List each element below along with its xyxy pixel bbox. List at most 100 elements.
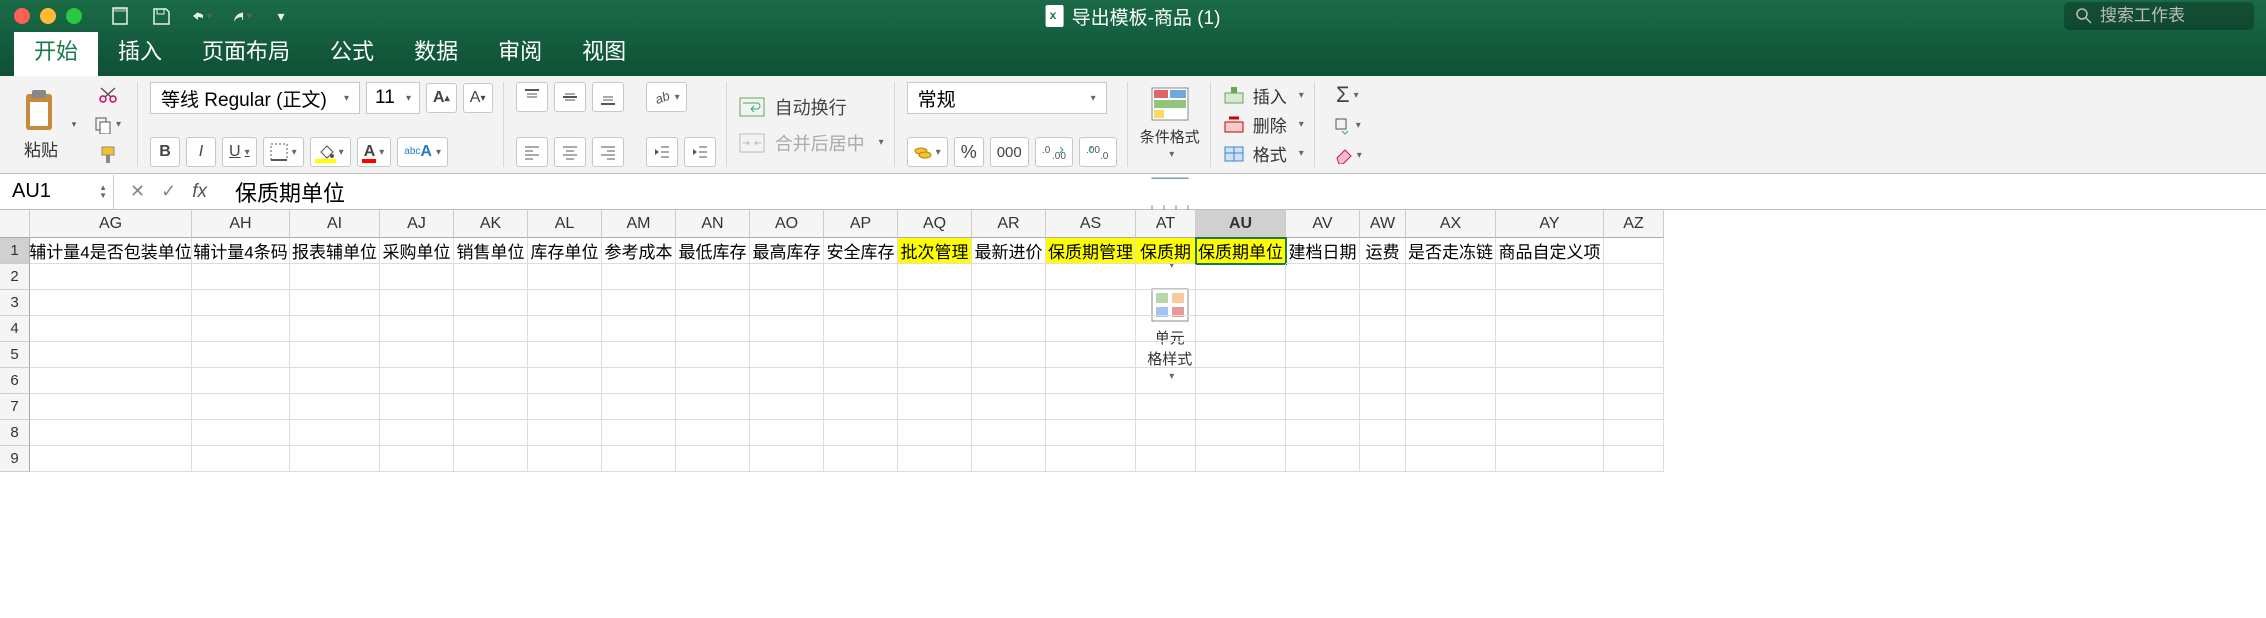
cell-AG8[interactable] [30, 420, 192, 446]
search-input[interactable] [2100, 6, 2230, 26]
cell-AX3[interactable] [1406, 290, 1496, 316]
cell-AG4[interactable] [30, 316, 192, 342]
cell-AI7[interactable] [290, 394, 380, 420]
cell-AY6[interactable] [1496, 368, 1604, 394]
cell-AN6[interactable] [676, 368, 750, 394]
cancel-formula-button[interactable]: ✕ [130, 181, 145, 202]
cell-AL1[interactable]: 库存单位 [528, 238, 602, 264]
col-header-AY[interactable]: AY [1496, 210, 1604, 238]
cell-AI9[interactable] [290, 446, 380, 472]
cell-AQ3[interactable] [898, 290, 972, 316]
cell-AZ9[interactable] [1604, 446, 1664, 472]
cell-AY1[interactable]: 商品自定义项 [1496, 238, 1604, 264]
row-header-4[interactable]: 4 [0, 316, 30, 342]
cell-AM5[interactable] [602, 342, 676, 368]
align-middle-button[interactable] [554, 82, 586, 112]
cell-AV3[interactable] [1286, 290, 1360, 316]
cell-AL9[interactable] [528, 446, 602, 472]
cell-AJ7[interactable] [380, 394, 454, 420]
cell-AQ5[interactable] [898, 342, 972, 368]
cell-AN5[interactable] [676, 342, 750, 368]
cell-AL6[interactable] [528, 368, 602, 394]
cell-AG2[interactable] [30, 264, 192, 290]
tab-0[interactable]: 开始 [14, 26, 98, 76]
cell-AK2[interactable] [454, 264, 528, 290]
cell-AH5[interactable] [192, 342, 290, 368]
cell-AT7[interactable] [1136, 394, 1196, 420]
cell-AT8[interactable] [1136, 420, 1196, 446]
cell-AR8[interactable] [972, 420, 1046, 446]
cell-AY9[interactable] [1496, 446, 1604, 472]
decrease-decimal-button[interactable]: .00.0 [1079, 137, 1117, 167]
row-header-9[interactable]: 9 [0, 446, 30, 472]
tab-4[interactable]: 数据 [394, 26, 478, 76]
close-window-button[interactable] [14, 8, 30, 24]
format-cells-button[interactable]: 格式 [1223, 141, 1304, 166]
cell-AP9[interactable] [824, 446, 898, 472]
col-header-AW[interactable]: AW [1360, 210, 1406, 238]
cell-AV7[interactable] [1286, 394, 1360, 420]
cell-AP1[interactable]: 安全库存 [824, 238, 898, 264]
cell-AU8[interactable] [1196, 420, 1286, 446]
cell-AN2[interactable] [676, 264, 750, 290]
cell-AN3[interactable] [676, 290, 750, 316]
cell-AQ6[interactable] [898, 368, 972, 394]
row-header-6[interactable]: 6 [0, 368, 30, 394]
cell-AU9[interactable] [1196, 446, 1286, 472]
redo-button[interactable] [230, 5, 252, 27]
col-header-AK[interactable]: AK [454, 210, 528, 238]
cell-AY7[interactable] [1496, 394, 1604, 420]
row-header-2[interactable]: 2 [0, 264, 30, 290]
orientation-button[interactable]: ab [646, 82, 687, 112]
merge-center-button[interactable]: 合并后居中 [739, 130, 884, 156]
row-header-3[interactable]: 3 [0, 290, 30, 316]
cell-AJ6[interactable] [380, 368, 454, 394]
cell-AZ2[interactable] [1604, 264, 1664, 290]
cell-AS4[interactable] [1046, 316, 1136, 342]
cell-AO5[interactable] [750, 342, 824, 368]
align-center-button[interactable] [554, 137, 586, 167]
cell-AO9[interactable] [750, 446, 824, 472]
customize-qat-icon[interactable]: ▾ [270, 5, 292, 27]
cell-AR1[interactable]: 最新进价 [972, 238, 1046, 264]
cell-AH7[interactable] [192, 394, 290, 420]
cell-AW6[interactable] [1360, 368, 1406, 394]
phonetic-button[interactable]: abcA [397, 137, 448, 167]
cell-AV4[interactable] [1286, 316, 1360, 342]
cell-AH9[interactable] [192, 446, 290, 472]
cell-AK7[interactable] [454, 394, 528, 420]
cell-AV2[interactable] [1286, 264, 1360, 290]
cell-AQ2[interactable] [898, 264, 972, 290]
cell-AR9[interactable] [972, 446, 1046, 472]
col-header-AT[interactable]: AT [1136, 210, 1196, 238]
cell-AP8[interactable] [824, 420, 898, 446]
cell-AH2[interactable] [192, 264, 290, 290]
cell-AW4[interactable] [1360, 316, 1406, 342]
cell-AY2[interactable] [1496, 264, 1604, 290]
cell-AN4[interactable] [676, 316, 750, 342]
paste-dropdown[interactable]: ▾ [66, 118, 82, 132]
cell-AU3[interactable] [1196, 290, 1286, 316]
number-format-select[interactable]: 常规 [907, 82, 1107, 114]
cell-AI1[interactable]: 报表辅单位 [290, 238, 380, 264]
cell-AV6[interactable] [1286, 368, 1360, 394]
cell-AL2[interactable] [528, 264, 602, 290]
col-header-AS[interactable]: AS [1046, 210, 1136, 238]
cell-AS5[interactable] [1046, 342, 1136, 368]
increase-decimal-button[interactable]: .0.00 [1035, 137, 1073, 167]
cell-AJ5[interactable] [380, 342, 454, 368]
cell-AJ4[interactable] [380, 316, 454, 342]
cell-AZ4[interactable] [1604, 316, 1664, 342]
cell-AZ1[interactable] [1604, 238, 1664, 264]
cell-AG1[interactable]: 辅计量4是否包装单位 [30, 238, 192, 264]
insert-cells-button[interactable]: 插入 [1223, 83, 1304, 108]
bold-button[interactable]: B [150, 137, 180, 167]
cell-AW3[interactable] [1360, 290, 1406, 316]
increase-font-button[interactable]: A▴ [426, 83, 457, 113]
cell-AL5[interactable] [528, 342, 602, 368]
cell-AJ2[interactable] [380, 264, 454, 290]
cell-AJ1[interactable]: 采购单位 [380, 238, 454, 264]
cell-AO3[interactable] [750, 290, 824, 316]
fx-button[interactable]: fx [192, 181, 207, 203]
cell-AV5[interactable] [1286, 342, 1360, 368]
